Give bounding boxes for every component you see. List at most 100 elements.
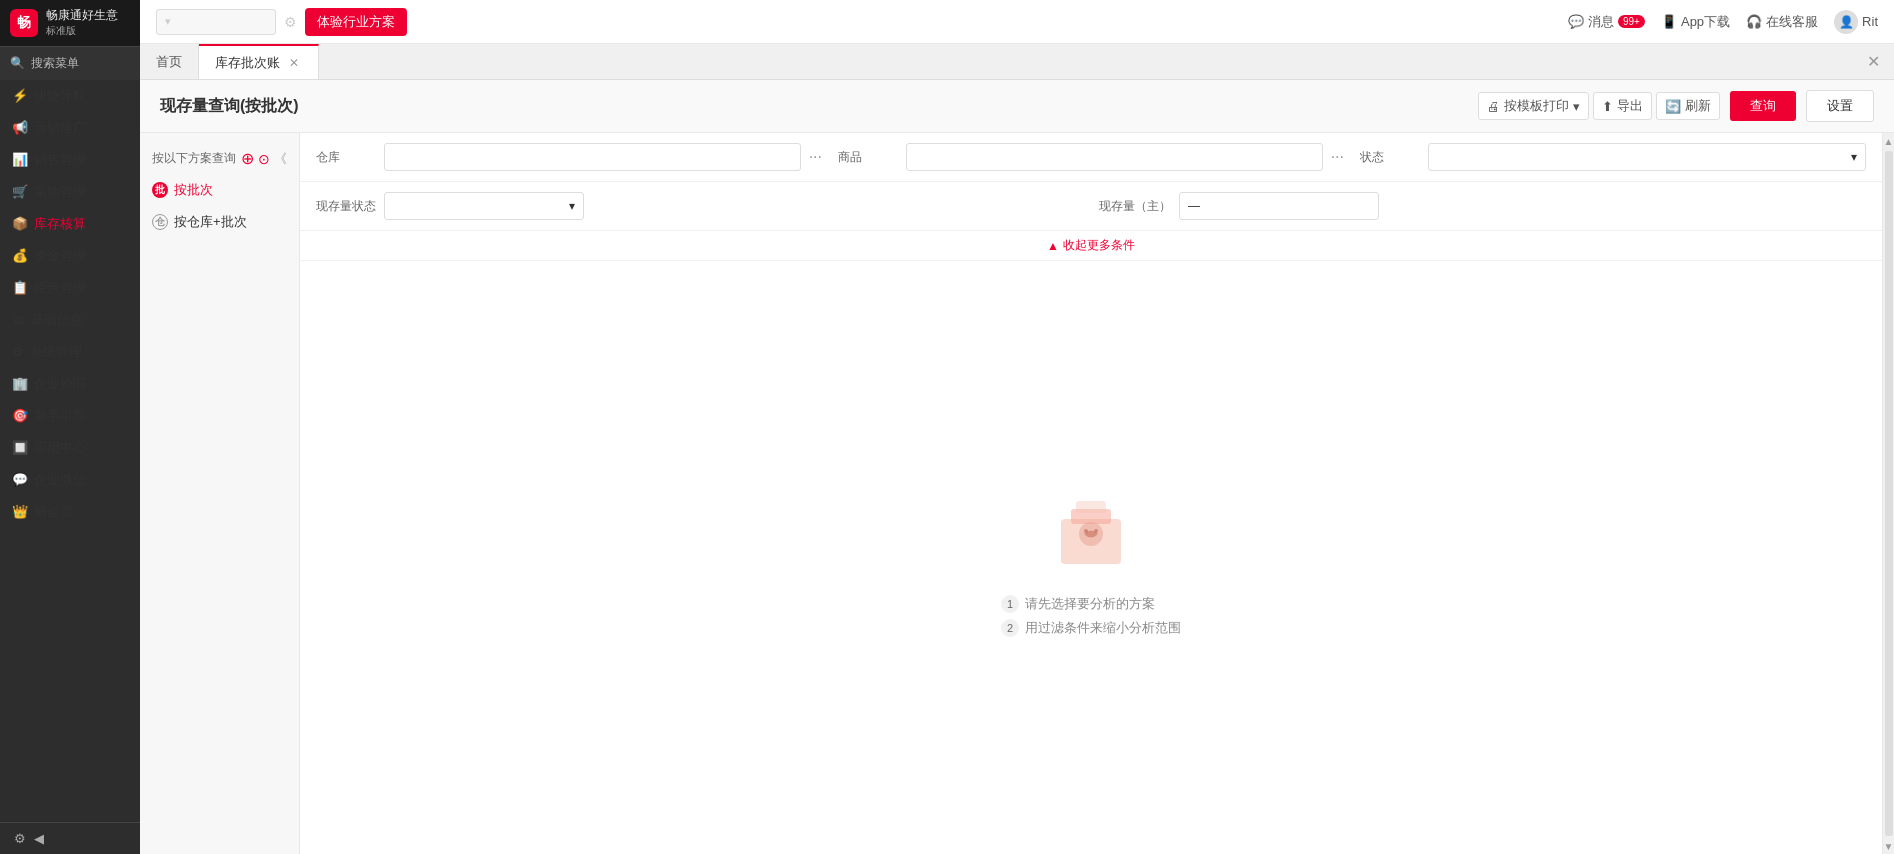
refresh-button[interactable]: 🔄 刷新 <box>1656 92 1720 120</box>
sidebar-item-label: 应用中心 <box>34 439 86 457</box>
sidebar-item-label: 基础信息 <box>31 311 83 329</box>
sidebar-footer: ⚙ ◀ <box>0 822 140 854</box>
sidebar-item-quick-nav[interactable]: ⚡ 快捷导航 <box>0 80 140 112</box>
trial-button[interactable]: 体验行业方案 <box>305 8 407 36</box>
search-menu-label: 搜索菜单 <box>31 55 79 72</box>
topbar-search-icon: ▾ <box>165 15 171 28</box>
sidebar-item-newbie[interactable]: 🎯 新手引导 <box>0 400 140 432</box>
message-badge: 99+ <box>1618 15 1645 28</box>
sidebar-item-label: 营销推广 <box>34 119 86 137</box>
app-download-button[interactable]: 📱 App下载 <box>1661 13 1730 31</box>
inventory-status-filter: 现存量状态 ▾ <box>316 192 1083 220</box>
print-button[interactable]: 🖨 按模板打印 ▾ <box>1478 92 1589 120</box>
main-area: ▾ ⚙ 体验行业方案 💬 消息 99+ 📱 App下载 🎧 在线客服 👤 Rit <box>140 0 1894 854</box>
topbar: ▾ ⚙ 体验行业方案 💬 消息 99+ 📱 App下载 🎧 在线客服 👤 Rit <box>140 0 1894 44</box>
tab-home[interactable]: 首页 <box>140 44 199 79</box>
panel-close-button[interactable]: ✕ <box>1853 52 1894 71</box>
app-title: 畅康通好生意 <box>46 8 118 24</box>
scheme-by-batch[interactable]: 批 按批次 <box>140 174 299 206</box>
collapse-filters-row[interactable]: ▲ 收起更多条件 <box>300 231 1882 261</box>
sidebar-item-member[interactable]: 👑 畅会员 <box>0 496 140 528</box>
collapse-left-icon[interactable]: 《 <box>274 150 287 168</box>
product-more-icon[interactable]: ··· <box>1331 148 1344 166</box>
left-panel-title: 按以下方案查询 ⊕ ⊙ 《 <box>140 143 299 174</box>
print-label: 按模板打印 <box>1504 97 1569 115</box>
online-service-button[interactable]: 🎧 在线客服 <box>1746 13 1818 31</box>
topbar-settings-icon[interactable]: ⚙ <box>284 14 297 30</box>
sidebar-item-sales[interactable]: 📊 销售管理 <box>0 144 140 176</box>
wechat-icon: 💬 <box>12 472 28 487</box>
inventory-status-select[interactable]: ▾ <box>384 192 584 220</box>
user-name: Rit <box>1862 14 1878 29</box>
add-scheme-icon[interactable]: ⊕ <box>241 149 254 168</box>
settings-button[interactable]: 设置 <box>1806 90 1874 122</box>
left-panel: 按以下方案查询 ⊕ ⊙ 《 批 按批次 仓 按仓库+批次 <box>140 133 300 854</box>
sidebar-search[interactable]: 🔍 搜索菜单 <box>0 47 140 80</box>
system-icon: ⚙ <box>12 344 24 359</box>
collapse-up-icon: ▲ <box>1047 239 1059 253</box>
sidebar-item-basic-info[interactable]: 🗂 基础信息 <box>0 304 140 336</box>
scroll-up-arrow[interactable]: ▲ <box>1883 133 1895 149</box>
manage-scheme-icon[interactable]: ⊙ <box>258 151 270 167</box>
tab-close-icon[interactable]: ✕ <box>286 55 302 71</box>
export-button[interactable]: ⬆ 导出 <box>1593 92 1652 120</box>
status-label: 状态 <box>1360 149 1420 166</box>
scroll-down-arrow[interactable]: ▼ <box>1883 838 1895 854</box>
sidebar-header: 畅 畅康通好生意 标准版 <box>0 0 140 47</box>
svg-point-4 <box>1084 529 1088 533</box>
product-input[interactable] <box>906 143 1323 171</box>
product-label: 商品 <box>838 149 898 166</box>
warehouse-more-icon[interactable]: ··· <box>809 148 822 166</box>
inventory-status-dropdown-icon: ▾ <box>569 199 575 213</box>
user-menu[interactable]: 👤 Rit <box>1834 10 1878 34</box>
empty-state-illustration <box>1041 479 1141 579</box>
inventory-main-input[interactable]: — <box>1179 192 1379 220</box>
sidebar-item-wechat[interactable]: 💬 企业微信 <box>0 464 140 496</box>
quick-nav-icon: ⚡ <box>12 88 28 103</box>
svg-point-5 <box>1094 529 1098 533</box>
sidebar-item-marketing[interactable]: 📢 营销推广 <box>0 112 140 144</box>
message-button[interactable]: 💬 消息 99+ <box>1568 13 1645 31</box>
sidebar-item-label: 经营管理 <box>34 279 86 297</box>
tip-2: 2 用过滤条件来缩小分析范围 <box>1001 619 1181 637</box>
sidebar-item-operations[interactable]: 📋 经营管理 <box>0 272 140 304</box>
status-select[interactable]: ▾ <box>1428 143 1866 171</box>
scheme-by-warehouse-batch[interactable]: 仓 按仓库+批次 <box>140 206 299 238</box>
settings-footer-icon[interactable]: ⚙ <box>14 831 26 846</box>
phone-icon: 📱 <box>1661 14 1677 29</box>
filter-row-2: 现存量状态 ▾ 现存量（主） — <box>300 182 1882 231</box>
sidebar-item-purchase[interactable]: 🛒 采购管理 <box>0 176 140 208</box>
warehouse-input[interactable] <box>384 143 801 171</box>
online-service-label: 在线客服 <box>1766 13 1818 31</box>
sidebar-item-enterprise[interactable]: 🏢 企业协同 <box>0 368 140 400</box>
collapse-sidebar-icon[interactable]: ◀ <box>34 831 44 846</box>
sidebar-nav: ⚡ 快捷导航 📢 营销推广 📊 销售管理 🛒 采购管理 📦 库存核算 💰 资金管… <box>0 80 140 822</box>
sidebar-item-finance[interactable]: 💰 资金管理 <box>0 240 140 272</box>
user-avatar: 👤 <box>1834 10 1858 34</box>
filter-area: 仓库 ··· 商品 ··· 状态 ▾ <box>300 133 1882 854</box>
tip-1: 1 请先选择要分析的方案 <box>1001 595 1181 613</box>
sidebar-item-system[interactable]: ⚙ 系统管理 <box>0 336 140 368</box>
app-center-icon: 🔲 <box>12 440 28 455</box>
newbie-icon: 🎯 <box>12 408 28 423</box>
page-title: 现存量查询(按批次) <box>160 96 299 117</box>
page-header: 现存量查询(按批次) 🖨 按模板打印 ▾ ⬆ 导出 🔄 刷新 查询 设置 <box>140 80 1894 133</box>
tab-inventory-batch[interactable]: 库存批次账 ✕ <box>199 44 319 79</box>
warehouse-filter: 仓库 ··· <box>316 143 822 171</box>
sidebar-item-label: 库存核算 <box>34 215 86 233</box>
scroll-thumb[interactable] <box>1885 151 1893 836</box>
topbar-search-box[interactable]: ▾ <box>156 9 276 35</box>
sidebar-item-label: 销售管理 <box>34 151 86 169</box>
query-button[interactable]: 查询 <box>1730 91 1796 121</box>
product-filter: 商品 ··· <box>838 143 1344 171</box>
right-scrollbar[interactable]: ▲ ▼ <box>1882 133 1894 854</box>
member-icon: 👑 <box>12 504 28 519</box>
left-panel-title-text: 按以下方案查询 <box>152 150 236 167</box>
sidebar-item-inventory[interactable]: 📦 库存核算 <box>0 208 140 240</box>
sidebar-item-label: 新手引导 <box>34 407 86 425</box>
scheme-dot-active: 批 <box>152 182 168 198</box>
content-area: 按以下方案查询 ⊕ ⊙ 《 批 按批次 仓 按仓库+批次 仓库 <box>140 133 1894 854</box>
sidebar-item-app-center[interactable]: 🔲 应用中心 <box>0 432 140 464</box>
sidebar-item-label: 企业微信 <box>34 471 86 489</box>
purchase-icon: 🛒 <box>12 184 28 199</box>
